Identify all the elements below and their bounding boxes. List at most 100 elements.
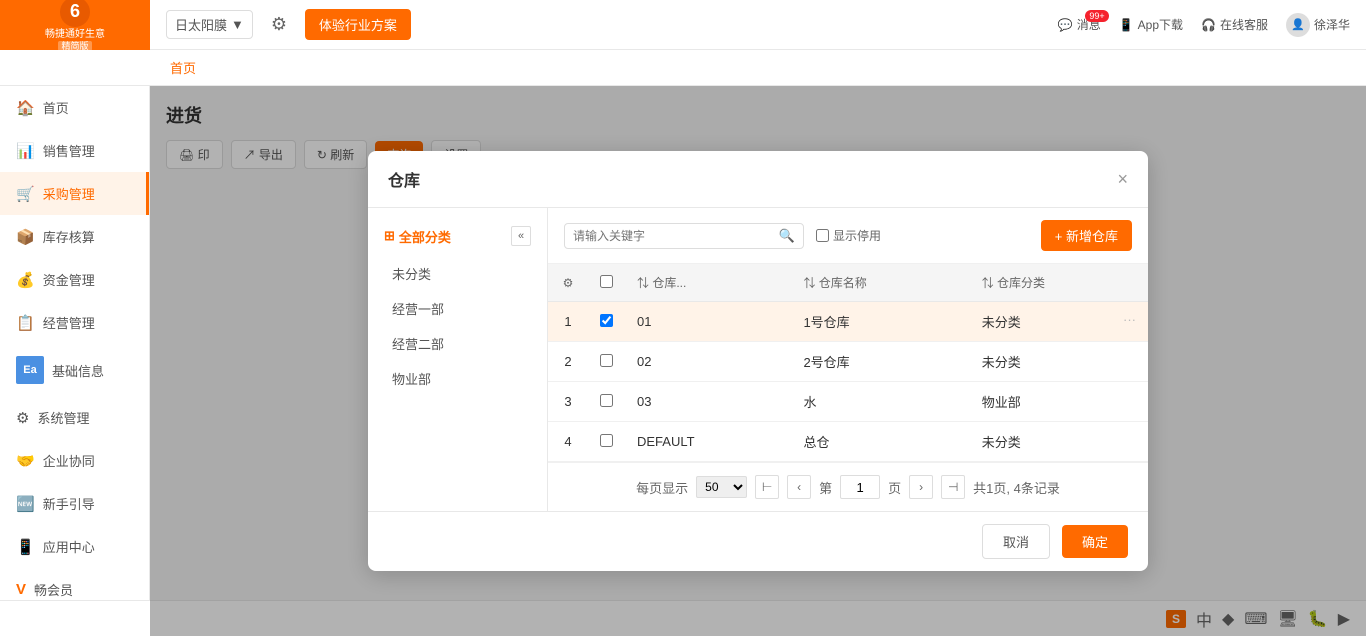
enterprise-icon: 🤝 xyxy=(16,452,35,470)
finance-icon: 💰 xyxy=(16,271,35,289)
row-no: 1 xyxy=(548,302,588,342)
show-disabled-checkbox[interactable] xyxy=(816,229,829,242)
page-label: 第 xyxy=(819,478,832,497)
trial-button[interactable]: 体验行业方案 xyxy=(305,9,411,40)
select-all-checkbox[interactable] xyxy=(600,275,613,288)
row-checkbox[interactable] xyxy=(588,302,625,342)
dialog-title: 仓库 xyxy=(388,167,420,191)
first-page-button[interactable]: ⊢ xyxy=(755,475,779,499)
business-icon: 📋 xyxy=(16,314,35,332)
sidebar-item-label: 销售管理 xyxy=(43,141,95,160)
sidebar-item-basic-info[interactable]: Ea 基础信息 xyxy=(0,344,149,396)
row-checkbox[interactable] xyxy=(588,382,625,422)
dialog-body: ⊞ 全部分类 « 未分类 经营一部 经营二部 物业部 xyxy=(368,208,1148,511)
main-content: 进货 🖨 印 ↗ 导出 ↻ 刷新 查询 设置 仓库 × xyxy=(150,86,1366,636)
all-category-btn[interactable]: ⊞ 全部分类 xyxy=(384,227,451,246)
category-item-dept1[interactable]: 经营一部 xyxy=(368,291,547,326)
search-icon[interactable]: 🔍 xyxy=(779,228,795,244)
row-code: DEFAULT xyxy=(625,422,791,462)
sidebar-item-label: 应用中心 xyxy=(43,537,95,556)
category-item-dept2[interactable]: 经营二部 xyxy=(368,326,547,361)
cancel-button[interactable]: 取消 xyxy=(982,524,1050,559)
sidebar-item-business[interactable]: 📋 经营管理 xyxy=(0,301,149,344)
app-download-button[interactable]: 📱 App下载 xyxy=(1119,16,1183,33)
sidebar-item-enterprise[interactable]: 🤝 企业协同 xyxy=(0,439,149,482)
row-name: 水 xyxy=(791,382,969,422)
chevron-down-icon: ▼ xyxy=(231,17,244,32)
system-icon: ⚙ xyxy=(16,409,29,427)
branch-selector[interactable]: 日太阳膜 ▼ xyxy=(166,10,253,39)
category-item-property[interactable]: 物业部 xyxy=(368,361,547,396)
message-icon: 💬 xyxy=(1058,18,1073,32)
sort-icon: ⇅ xyxy=(982,276,994,290)
headset-icon: 🎧 xyxy=(1201,18,1216,32)
sort-icon: ⇅ xyxy=(637,276,649,290)
th-settings[interactable]: ⚙ xyxy=(548,264,588,302)
sales-icon: 📊 xyxy=(16,142,35,160)
table-header-row: ⚙ ⇅ 仓库... ⇅ 仓库名称 xyxy=(548,264,1148,302)
collapse-button[interactable]: « xyxy=(511,226,531,246)
sidebar-item-sales[interactable]: 📊 销售管理 xyxy=(0,129,149,172)
sort-icon: ⇅ xyxy=(803,276,815,290)
table-row[interactable]: 2 02 2号仓库 未分类 xyxy=(548,342,1148,382)
search-box: 🔍 xyxy=(564,223,804,249)
page-unit: 页 xyxy=(888,478,901,497)
th-checkbox xyxy=(588,264,625,302)
sidebar-item-label: 采购管理 xyxy=(43,184,95,203)
ea-icon: Ea xyxy=(16,356,44,384)
confirm-button[interactable]: 确定 xyxy=(1062,525,1128,558)
dialog-overlay: 仓库 × ⊞ 全部分类 « xyxy=(150,86,1366,636)
row-category: 物业部 xyxy=(970,382,1148,422)
last-page-button[interactable]: ⊣ xyxy=(941,475,965,499)
row-checkbox[interactable] xyxy=(588,422,625,462)
settings-button[interactable]: ⚙ xyxy=(263,9,295,41)
warehouse-list-panel: 🔍 显示停用 + 新增仓库 xyxy=(548,208,1148,511)
new-warehouse-button[interactable]: + 新增仓库 xyxy=(1041,220,1132,251)
show-disabled-toggle[interactable]: 显示停用 xyxy=(816,227,881,244)
sidebar-item-home[interactable]: 🏠 首页 xyxy=(0,86,149,129)
sidebar-item-label: 新手引导 xyxy=(43,494,95,513)
th-name: ⇅ 仓库名称 xyxy=(791,264,969,302)
user-menu[interactable]: 👤 徐泽华 xyxy=(1286,13,1350,37)
per-page-select[interactable]: 50 20 100 xyxy=(696,476,747,498)
table-row[interactable]: 4 DEFAULT 总仓 未分类 xyxy=(548,422,1148,462)
logo-area: 6 畅捷通好生意 精简版 xyxy=(0,0,150,50)
home-icon: 🏠 xyxy=(16,99,35,117)
app-download-label: App下载 xyxy=(1138,16,1183,33)
prev-page-button[interactable]: ‹ xyxy=(787,475,811,499)
row-no: 3 xyxy=(548,382,588,422)
message-button[interactable]: 💬 消息 99+ xyxy=(1058,16,1101,33)
row-category: 未分类 ··· xyxy=(970,302,1148,342)
user-name: 徐泽华 xyxy=(1314,16,1350,33)
guide-icon: 🆕 xyxy=(16,495,35,513)
sidebar-item-finance[interactable]: 💰 资金管理 xyxy=(0,258,149,301)
row-checkbox[interactable] xyxy=(588,342,625,382)
search-input[interactable] xyxy=(573,229,779,243)
sidebar-item-apps[interactable]: 📱 应用中心 xyxy=(0,525,149,568)
sidebar-item-guide[interactable]: 🆕 新手引导 xyxy=(0,482,149,525)
sidebar-item-label: 畅会员 xyxy=(34,580,73,599)
next-page-button[interactable]: › xyxy=(909,475,933,499)
sidebar-item-system[interactable]: ⚙ 系统管理 xyxy=(0,396,149,439)
sidebar-item-label: 库存核算 xyxy=(43,227,95,246)
sidebar-item-purchase[interactable]: 🛒 采购管理 xyxy=(0,172,149,215)
topbar-right: 💬 消息 99+ 📱 App下载 🎧 在线客服 👤 徐泽华 xyxy=(1058,13,1350,37)
warehouse-table: ⚙ ⇅ 仓库... ⇅ 仓库名称 xyxy=(548,264,1148,462)
row-no: 2 xyxy=(548,342,588,382)
sidebar-item-inventory[interactable]: 📦 库存核算 xyxy=(0,215,149,258)
category-panel: ⊞ 全部分类 « 未分类 经营一部 经营二部 物业部 xyxy=(368,208,548,511)
online-service-label: 在线客服 xyxy=(1220,16,1268,33)
category-item-uncategorized[interactable]: 未分类 xyxy=(368,256,547,291)
table-row[interactable]: 3 03 水 物业部 xyxy=(548,382,1148,422)
per-page-label: 每页显示 xyxy=(636,478,688,497)
breadcrumb-home[interactable]: 首页 xyxy=(170,58,196,77)
topbar: 6 畅捷通好生意 精简版 日太阳膜 ▼ ⚙ 体验行业方案 💬 消息 99+ 📱 … xyxy=(0,0,1366,50)
table-row[interactable]: 1 01 1号仓库 未分类 ··· xyxy=(548,302,1148,342)
online-service-button[interactable]: 🎧 在线客服 xyxy=(1201,16,1268,33)
sidebar-item-label: 系统管理 xyxy=(37,408,89,427)
th-code: ⇅ 仓库... xyxy=(625,264,791,302)
row-action-icon[interactable]: ··· xyxy=(1123,312,1136,327)
category-panel-header: ⊞ 全部分类 « xyxy=(368,220,547,256)
close-icon[interactable]: × xyxy=(1117,169,1128,190)
page-input[interactable] xyxy=(840,475,880,499)
